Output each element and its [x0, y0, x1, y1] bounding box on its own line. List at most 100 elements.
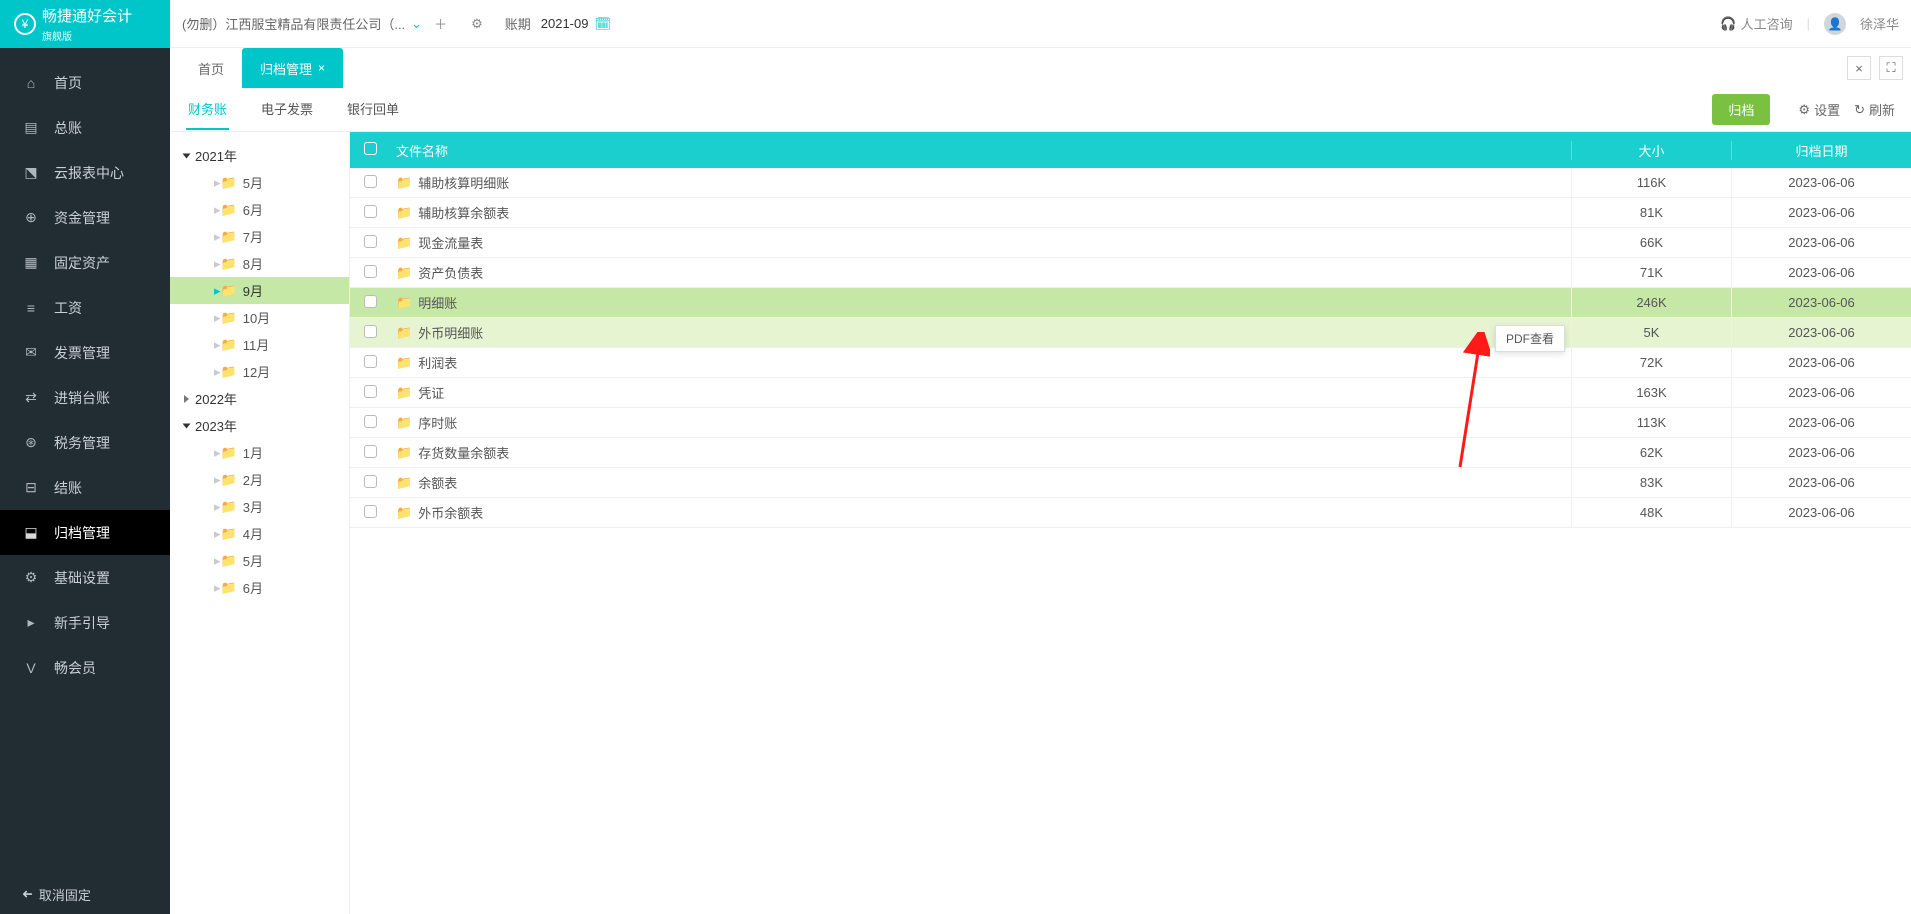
gear-icon: ⚙: [1798, 102, 1810, 118]
folder-icon: ▸📁: [214, 202, 237, 218]
nav-item-2[interactable]: ⬔云报表中心: [0, 150, 170, 195]
table-row[interactable]: 📁余额表83K2023-06-06: [350, 468, 1911, 498]
row-checkbox[interactable]: [350, 475, 390, 491]
settings-link[interactable]: ⚙ 设置: [1798, 100, 1840, 119]
tree-month-2021-8月[interactable]: ▸📁8月: [170, 250, 349, 277]
tree-year-2022[interactable]: 2022年: [170, 385, 349, 412]
brand-edition: 旗舰版: [42, 28, 132, 43]
tree-year-2023[interactable]: 2023年: [170, 412, 349, 439]
tab-archive[interactable]: 归档管理 ×: [242, 48, 343, 88]
logo: ¥ 畅捷通好会计 旗舰版: [0, 0, 170, 48]
nav-item-10[interactable]: ⬓归档管理: [0, 510, 170, 555]
row-checkbox[interactable]: [350, 505, 390, 521]
subtab-bank[interactable]: 银行回单: [345, 89, 401, 130]
file-name: 资产负债表: [418, 263, 483, 282]
nav-item-11[interactable]: ⚙基础设置: [0, 555, 170, 600]
table-row[interactable]: 📁序时账113K2023-06-06: [350, 408, 1911, 438]
nav-item-7[interactable]: ⇄进销台账: [0, 375, 170, 420]
row-checkbox[interactable]: [350, 295, 390, 311]
header-size: 大小: [1571, 141, 1731, 160]
row-checkbox[interactable]: [350, 235, 390, 251]
table-row[interactable]: 📁存货数量余额表62K2023-06-06: [350, 438, 1911, 468]
row-checkbox[interactable]: [350, 325, 390, 341]
file-date: 2023-06-06: [1731, 288, 1911, 317]
nav-item-12[interactable]: ▸新手引导: [0, 600, 170, 645]
row-checkbox[interactable]: [350, 445, 390, 461]
tree-month-2023-4月[interactable]: ▸📁4月: [170, 520, 349, 547]
tree-month-2021-10月[interactable]: ▸📁10月: [170, 304, 349, 331]
tree-month-2023-5月[interactable]: ▸📁5月: [170, 547, 349, 574]
row-checkbox[interactable]: [350, 205, 390, 221]
folder-icon: ▸📁: [214, 553, 237, 569]
tree-month-2023-2月[interactable]: ▸📁2月: [170, 466, 349, 493]
subtab-einvoice[interactable]: 电子发票: [259, 89, 315, 130]
nav-item-13[interactable]: V畅会员: [0, 645, 170, 690]
nav-item-8[interactable]: ⊛税务管理: [0, 420, 170, 465]
file-size: 66K: [1571, 228, 1731, 257]
company-settings-button[interactable]: ⚙: [471, 16, 483, 32]
close-all-tabs-button[interactable]: ×: [1847, 56, 1871, 80]
tree-month-2023-6月[interactable]: ▸📁6月: [170, 574, 349, 601]
file-date: 2023-06-06: [1731, 198, 1911, 227]
nav-item-6[interactable]: ✉发票管理: [0, 330, 170, 375]
tree-month-label: 12月: [243, 362, 270, 381]
tree-month-2021-9月[interactable]: ▸📁9月: [170, 277, 349, 304]
refresh-link[interactable]: ↻ 刷新: [1854, 100, 1895, 119]
row-checkbox[interactable]: [350, 355, 390, 371]
tree-month-2021-6月[interactable]: ▸📁6月: [170, 196, 349, 223]
table-row[interactable]: 📁外币余额表48K2023-06-06: [350, 498, 1911, 528]
add-company-button[interactable]: ＋: [434, 14, 447, 33]
caret-down-icon: ⌄: [411, 16, 422, 32]
tree-year-2021[interactable]: 2021年: [170, 142, 349, 169]
nav-item-1[interactable]: ▤总账: [0, 105, 170, 150]
row-checkbox[interactable]: [350, 265, 390, 281]
company-selector[interactable]: (勿删）江西服宝精品有限责任公司（... ⌄: [182, 14, 422, 33]
table-row[interactable]: 📁外币明细账⬇⎙🔍5K2023-06-06: [350, 318, 1911, 348]
table-row[interactable]: 📁辅助核算余额表81K2023-06-06: [350, 198, 1911, 228]
settings-icon: ⚙: [22, 569, 40, 586]
file-name: 序时账: [418, 413, 457, 432]
tree-month-2021-5月[interactable]: ▸📁5月: [170, 169, 349, 196]
tab-home[interactable]: 首页: [180, 48, 242, 88]
tree-month-2023-3月[interactable]: ▸📁3月: [170, 493, 349, 520]
archive-button[interactable]: 归档: [1712, 94, 1770, 125]
nav-item-9[interactable]: ⊟结账: [0, 465, 170, 510]
subtab-finance[interactable]: 财务账: [186, 89, 229, 130]
file-name: 外币余额表: [418, 503, 483, 522]
table-row[interactable]: 📁资产负债表71K2023-06-06: [350, 258, 1911, 288]
table-row[interactable]: 📁利润表72K2023-06-06: [350, 348, 1911, 378]
row-checkbox[interactable]: [350, 385, 390, 401]
tree-month-2023-1月[interactable]: ▸📁1月: [170, 439, 349, 466]
nav-item-5[interactable]: ≡工资: [0, 285, 170, 330]
file-name: 余额表: [418, 473, 457, 492]
report-icon: ⬔: [22, 164, 40, 181]
tree-month-2021-7月[interactable]: ▸📁7月: [170, 223, 349, 250]
nav-item-0[interactable]: ⌂首页: [0, 60, 170, 105]
table-row[interactable]: 📁辅助核算明细账116K2023-06-06: [350, 168, 1911, 198]
chevron-icon: [183, 423, 191, 428]
tree-month-2021-12月[interactable]: ▸📁12月: [170, 358, 349, 385]
tree-month-2021-11月[interactable]: ▸📁11月: [170, 331, 349, 358]
folder-icon: 📁: [396, 505, 412, 521]
support-button[interactable]: 🎧 人工咨询: [1720, 14, 1792, 33]
select-all-checkbox[interactable]: [350, 142, 390, 158]
tree-month-label: 3月: [243, 497, 263, 516]
row-checkbox[interactable]: [350, 415, 390, 431]
table-row[interactable]: 📁凭证163K2023-06-06: [350, 378, 1911, 408]
header-name: 文件名称: [390, 141, 1571, 160]
nav-item-4[interactable]: ▦固定资产: [0, 240, 170, 285]
unpin-sidebar[interactable]: ➜ 取消固定: [0, 874, 170, 914]
tab-close-icon[interactable]: ×: [318, 61, 325, 75]
file-date: 2023-06-06: [1731, 498, 1911, 527]
fullscreen-button[interactable]: ⛶: [1879, 56, 1903, 80]
calendar-icon[interactable]: 🗓: [594, 16, 611, 32]
folder-icon: ▸📁: [214, 445, 237, 461]
nav-item-3[interactable]: ⊕资金管理: [0, 195, 170, 240]
table-row[interactable]: 📁现金流量表66K2023-06-06: [350, 228, 1911, 258]
nav-item-label: 税务管理: [54, 433, 110, 453]
table-row[interactable]: 📁明细账246K2023-06-06: [350, 288, 1911, 318]
tree-month-label: 6月: [243, 578, 263, 597]
file-date: 2023-06-06: [1731, 468, 1911, 497]
user-avatar[interactable]: 👤: [1824, 13, 1846, 35]
row-checkbox[interactable]: [350, 175, 390, 191]
